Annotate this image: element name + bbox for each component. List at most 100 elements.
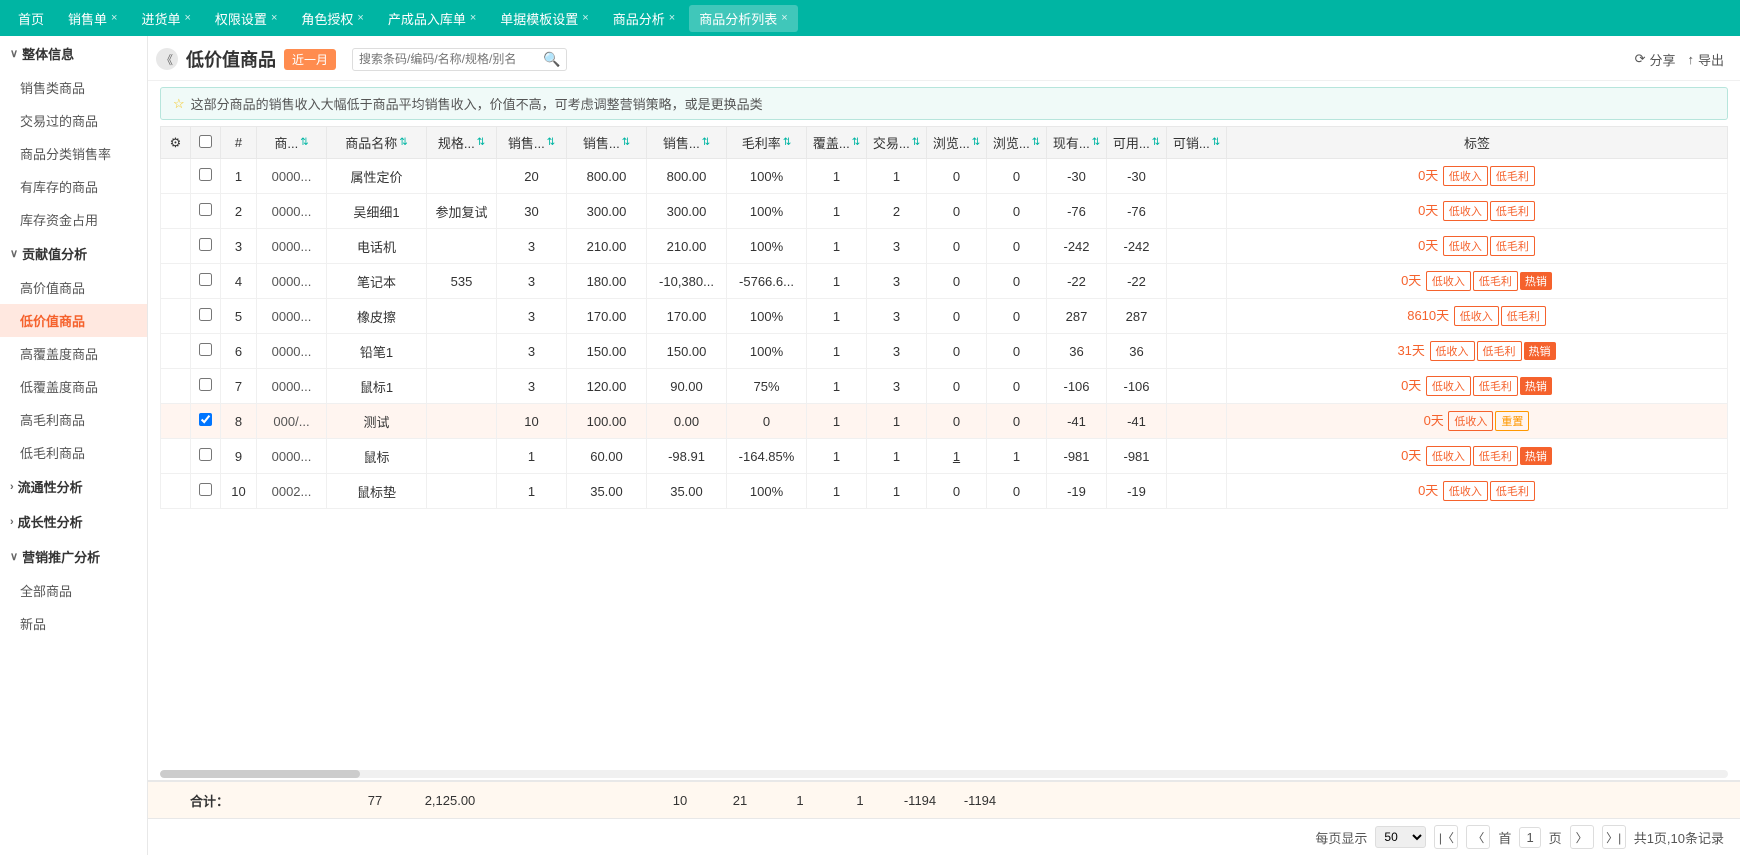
nav-home[interactable]: 首页 bbox=[8, 5, 54, 32]
export-button[interactable]: ↑ 导出 bbox=[1687, 50, 1724, 69]
col-stock[interactable]: 现有...⇅ bbox=[1047, 127, 1107, 159]
row-settings[interactable] bbox=[161, 439, 191, 474]
sidebar-item-low-value[interactable]: 低价值商品 bbox=[0, 304, 147, 337]
col-browse1[interactable]: 浏览...⇅ bbox=[927, 127, 987, 159]
nav-purchase[interactable]: 进货单 × bbox=[131, 5, 200, 32]
nav-permissions[interactable]: 权限设置 × bbox=[205, 5, 287, 32]
nav-product-analysis[interactable]: 商品分析 × bbox=[603, 5, 685, 32]
nav-roles[interactable]: 角色授权 × bbox=[291, 5, 373, 32]
sidebar-item-high-value[interactable]: 高价值商品 bbox=[0, 271, 147, 304]
close-icon[interactable]: × bbox=[271, 12, 277, 24]
row-select-checkbox[interactable] bbox=[199, 238, 212, 251]
row-checkbox[interactable] bbox=[191, 404, 221, 439]
sidebar-item-all-products[interactable]: 全部商品 bbox=[0, 574, 147, 607]
row-select-checkbox[interactable] bbox=[199, 168, 212, 181]
col-sales2[interactable]: 销售...⇅ bbox=[567, 127, 647, 159]
col-sales3[interactable]: 销售...⇅ bbox=[647, 127, 727, 159]
col-settings[interactable]: ⚙ bbox=[161, 127, 191, 159]
sidebar-group-contribution[interactable]: ∨ 贡献值分析 bbox=[0, 236, 147, 271]
sidebar-item-category-sales-rate[interactable]: 商品分类销售率 bbox=[0, 137, 147, 170]
row-select-checkbox[interactable] bbox=[199, 448, 212, 461]
close-icon[interactable]: × bbox=[184, 12, 190, 24]
row-settings[interactable] bbox=[161, 264, 191, 299]
row-settings[interactable] bbox=[161, 474, 191, 509]
first-page-button[interactable]: |〈 bbox=[1434, 825, 1458, 849]
row-select-checkbox[interactable] bbox=[199, 343, 212, 356]
row-checkbox[interactable] bbox=[191, 229, 221, 264]
sidebar-item-high-margin[interactable]: 高毛利商品 bbox=[0, 403, 147, 436]
sidebar-item-sales-products[interactable]: 销售类商品 bbox=[0, 71, 147, 104]
row-settings[interactable] bbox=[161, 194, 191, 229]
horizontal-scrollbar[interactable] bbox=[160, 770, 1728, 778]
sidebar-group-growth[interactable]: › 成长性分析 bbox=[0, 504, 147, 539]
close-icon[interactable]: × bbox=[470, 12, 476, 24]
row-select-checkbox[interactable] bbox=[199, 483, 212, 496]
sidebar-group-overall[interactable]: ∨ 整体信息 bbox=[0, 36, 147, 71]
col-available[interactable]: 可用...⇅ bbox=[1107, 127, 1167, 159]
time-filter-button[interactable]: 近一月 bbox=[284, 49, 336, 70]
row-checkbox[interactable] bbox=[191, 334, 221, 369]
sidebar-item-low-coverage[interactable]: 低覆盖度商品 bbox=[0, 370, 147, 403]
row-checkbox[interactable] bbox=[191, 369, 221, 404]
col-trade[interactable]: 交易...⇅ bbox=[867, 127, 927, 159]
sidebar-item-low-margin[interactable]: 低毛利商品 bbox=[0, 436, 147, 469]
row-settings[interactable] bbox=[161, 159, 191, 194]
sidebar-item-stock-products[interactable]: 有库存的商品 bbox=[0, 170, 147, 203]
row-trade: 3 bbox=[867, 229, 927, 264]
sidebar-item-traded-products[interactable]: 交易过的商品 bbox=[0, 104, 147, 137]
row-checkbox[interactable] bbox=[191, 194, 221, 229]
row-settings[interactable] bbox=[161, 334, 191, 369]
col-checkbox[interactable] bbox=[191, 127, 221, 159]
col-saleable[interactable]: 可销...⇅ bbox=[1167, 127, 1227, 159]
scrollbar-thumb[interactable] bbox=[160, 770, 360, 778]
search-input[interactable] bbox=[359, 52, 539, 66]
col-browse2[interactable]: 浏览...⇅ bbox=[987, 127, 1047, 159]
row-select-checkbox[interactable] bbox=[199, 378, 212, 391]
row-settings[interactable] bbox=[161, 299, 191, 334]
sidebar-item-high-coverage[interactable]: 高覆盖度商品 bbox=[0, 337, 147, 370]
row-checkbox[interactable] bbox=[191, 439, 221, 474]
share-button[interactable]: ⟳ 分享 bbox=[1635, 50, 1676, 69]
row-checkbox[interactable] bbox=[191, 159, 221, 194]
close-icon[interactable]: × bbox=[669, 12, 675, 24]
close-icon[interactable]: × bbox=[357, 12, 363, 24]
col-coverage[interactable]: 覆盖...⇅ bbox=[807, 127, 867, 159]
collapse-button[interactable]: 《 bbox=[156, 48, 178, 70]
prev-page-button[interactable]: 〈 bbox=[1466, 825, 1490, 849]
row-select-checkbox[interactable] bbox=[199, 308, 212, 321]
next-page-button[interactable]: 〉 bbox=[1570, 825, 1594, 849]
tag-hot: 热销 bbox=[1520, 447, 1552, 465]
row-checkbox[interactable] bbox=[191, 299, 221, 334]
close-icon[interactable]: × bbox=[111, 12, 117, 24]
row-settings[interactable] bbox=[161, 369, 191, 404]
col-margin[interactable]: 毛利率⇅ bbox=[727, 127, 807, 159]
close-icon[interactable]: × bbox=[781, 12, 787, 24]
row-select-checkbox[interactable] bbox=[199, 203, 212, 216]
row-settings[interactable] bbox=[161, 229, 191, 264]
per-page-select[interactable]: 50 100 200 bbox=[1375, 826, 1426, 848]
nav-template[interactable]: 单据模板设置 × bbox=[490, 5, 598, 32]
col-code[interactable]: 商...⇅ bbox=[257, 127, 327, 159]
row-select-checkbox[interactable] bbox=[199, 413, 212, 426]
nav-sales[interactable]: 销售单 × bbox=[58, 5, 127, 32]
row-settings[interactable] bbox=[161, 404, 191, 439]
row-sales3: 0.00 bbox=[647, 404, 727, 439]
last-page-button[interactable]: 〉| bbox=[1602, 825, 1626, 849]
row-name: 吴细细1 bbox=[327, 194, 427, 229]
row-checkbox[interactable] bbox=[191, 264, 221, 299]
sidebar-item-stock-capital[interactable]: 库存资金占用 bbox=[0, 203, 147, 236]
row-select-checkbox[interactable] bbox=[199, 273, 212, 286]
nav-product-analysis-list[interactable]: 商品分析列表 × bbox=[689, 5, 797, 32]
col-name[interactable]: 商品名称⇅ bbox=[327, 127, 427, 159]
row-checkbox[interactable] bbox=[191, 474, 221, 509]
sidebar-group-circulation[interactable]: › 流通性分析 bbox=[0, 469, 147, 504]
close-icon[interactable]: × bbox=[582, 12, 588, 24]
sidebar-group-marketing[interactable]: ∨ 营销推广分析 bbox=[0, 539, 147, 574]
col-spec[interactable]: 规格...⇅ bbox=[427, 127, 497, 159]
sidebar-item-new-products[interactable]: 新品 bbox=[0, 607, 147, 640]
row-name: 笔记本 bbox=[327, 264, 427, 299]
col-sales1[interactable]: 销售...⇅ bbox=[497, 127, 567, 159]
select-all-checkbox[interactable] bbox=[199, 135, 212, 148]
nav-inventory[interactable]: 产成品入库单 × bbox=[378, 5, 486, 32]
search-icon[interactable]: 🔍 bbox=[543, 51, 560, 68]
